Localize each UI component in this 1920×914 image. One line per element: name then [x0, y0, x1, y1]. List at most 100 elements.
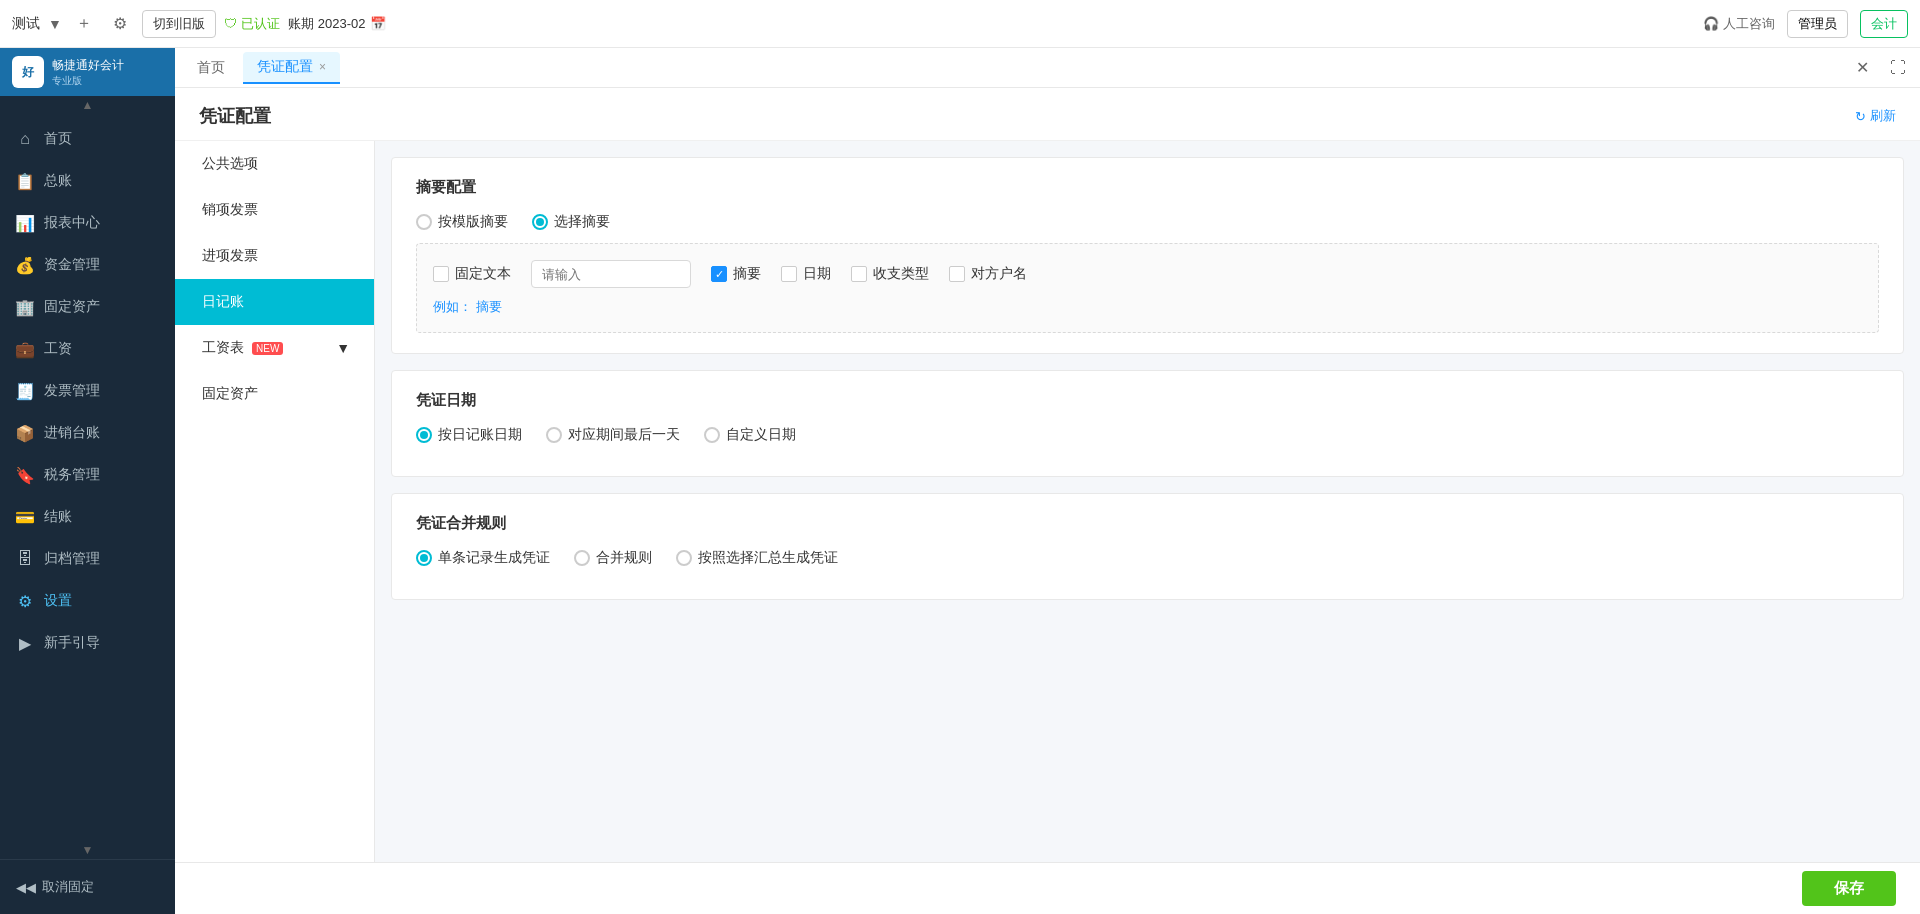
radio-merge-rule[interactable]: 合并规则 — [574, 549, 652, 567]
checkbox-cashflow-box — [851, 266, 867, 282]
checkbox-date[interactable]: 日期 — [781, 265, 831, 283]
radio-single[interactable]: 单条记录生成凭证 — [416, 549, 550, 567]
checkbox-cashflow[interactable]: 收支类型 — [851, 265, 929, 283]
sidebar-item-home[interactable]: ⌂ 首页 — [0, 118, 175, 160]
refresh-button[interactable]: ↻ 刷新 — [1855, 107, 1896, 125]
left-nav-purchase-invoice[interactable]: 进项发票 — [175, 233, 374, 279]
checkbox-date-label: 日期 — [803, 265, 831, 283]
radio-select-circle — [532, 214, 548, 230]
logo-icon: 好 — [12, 56, 44, 88]
sidebar-item-home-label: 首页 — [44, 130, 72, 148]
refresh-label: 刷新 — [1870, 107, 1896, 125]
new-badge: NEW — [252, 342, 283, 355]
sidebar-item-assets[interactable]: 🏢 固定资产 — [0, 286, 175, 328]
sidebar-item-tax[interactable]: 🔖 税务管理 — [0, 454, 175, 496]
user-button[interactable]: 管理员 — [1787, 10, 1848, 38]
radio-summary-gen[interactable]: 按照选择汇总生成凭证 — [676, 549, 838, 567]
dropdown-icon[interactable]: ▼ — [48, 16, 62, 32]
summary-section-title: 摘要配置 — [416, 178, 1879, 197]
sidebar-item-funds[interactable]: 💰 资金管理 — [0, 244, 175, 286]
radio-summary-gen-circle — [676, 550, 692, 566]
radio-select-label: 选择摘要 — [554, 213, 610, 231]
checkbox-summary[interactable]: ✓ 摘要 — [711, 265, 761, 283]
sidebar-item-invoice-label: 发票管理 — [44, 382, 100, 400]
sidebar-item-assets-label: 固定资产 — [44, 298, 100, 316]
radio-journal-date[interactable]: 按日记账日期 — [416, 426, 522, 444]
sidebar-item-archive[interactable]: 🗄 归档管理 — [0, 538, 175, 580]
sidebar-item-report[interactable]: 📊 报表中心 — [0, 202, 175, 244]
sidebar-nav: ⌂ 首页 📋 总账 📊 报表中心 💰 资金管理 🏢 固定资产 — [0, 114, 175, 841]
radio-merge-rule-circle — [574, 550, 590, 566]
radio-journal-date-circle — [416, 427, 432, 443]
left-nav-public-label: 公共选项 — [202, 155, 258, 171]
guide-icon: ▶ — [16, 634, 34, 652]
merge-radio-group: 单条记录生成凭证 合并规则 按照选择汇总生成凭证 — [416, 549, 1879, 567]
switch-old-version-button[interactable]: 切到旧版 — [142, 10, 216, 38]
sidebar-item-invoice[interactable]: 🧾 发票管理 — [0, 370, 175, 412]
tab-close-icon[interactable]: × — [319, 60, 326, 74]
radio-template[interactable]: 按模版摘要 — [416, 213, 508, 231]
consult-label: 人工咨询 — [1723, 15, 1775, 33]
left-nav-public[interactable]: 公共选项 — [175, 141, 374, 187]
sidebar-scroll-up[interactable]: ▲ — [0, 96, 175, 114]
home-icon: ⌂ — [16, 130, 34, 148]
checkbox-counterpart-label: 对方户名 — [971, 265, 1027, 283]
certified-text: 已认证 — [241, 15, 280, 33]
sidebar-item-ledger[interactable]: 📋 总账 — [0, 160, 175, 202]
tab-expand-button[interactable]: ⛶ — [1884, 54, 1912, 82]
accountant-button[interactable]: 会计 — [1860, 10, 1908, 38]
radio-template-circle — [416, 214, 432, 230]
sidebar-item-salary[interactable]: 💼 工资 — [0, 328, 175, 370]
checkbox-fixed-text[interactable]: 固定文本 — [433, 265, 511, 283]
consult-button[interactable]: 🎧 人工咨询 — [1703, 15, 1775, 33]
left-nav-journal[interactable]: 日记账 — [175, 279, 374, 325]
assets-icon: 🏢 — [16, 298, 34, 316]
radio-template-label: 按模版摘要 — [438, 213, 508, 231]
radio-merge-rule-label: 合并规则 — [596, 549, 652, 567]
tab-voucher-config[interactable]: 凭证配置 × — [243, 52, 340, 84]
settings-nav-icon: ⚙ — [16, 592, 34, 610]
add-button[interactable]: ＋ — [70, 10, 98, 38]
sidebar-item-settings[interactable]: ⚙ 设置 — [0, 580, 175, 622]
logo-main-text: 畅捷通好会计 — [52, 57, 124, 74]
sidebar-item-guide[interactable]: ▶ 新手引导 — [0, 622, 175, 664]
top-header: 测试 ▼ ＋ ⚙ 切到旧版 🛡 已认证 账期 2023-02 📅 🎧 人工咨询 … — [0, 0, 1920, 48]
sidebar-item-purchase-label: 进销台账 — [44, 424, 100, 442]
save-button[interactable]: 保存 — [1802, 871, 1896, 906]
checkbox-counterpart-box — [949, 266, 965, 282]
sidebar-item-settle[interactable]: 💳 结账 — [0, 496, 175, 538]
cancel-fixed-button[interactable]: ◀◀ 取消固定 — [0, 868, 175, 906]
funds-icon: 💰 — [16, 256, 34, 274]
radio-select[interactable]: 选择摘要 — [532, 213, 610, 231]
left-nav-fixed-assets[interactable]: 固定资产 — [175, 371, 374, 417]
left-nav-payroll[interactable]: 工资表 NEW ▼ — [175, 325, 374, 371]
sidebar-item-settings-label: 设置 — [44, 592, 72, 610]
logo-sub-text: 专业版 — [52, 74, 124, 88]
radio-journal-date-label: 按日记账日期 — [438, 426, 522, 444]
tab-voucher-config-label: 凭证配置 — [257, 58, 313, 76]
tab-home[interactable]: 首页 — [183, 52, 239, 84]
ledger-icon: 📋 — [16, 172, 34, 190]
checkbox-date-box — [781, 266, 797, 282]
checkbox-counterpart[interactable]: 对方户名 — [949, 265, 1027, 283]
radio-period-last[interactable]: 对应期间最后一天 — [546, 426, 680, 444]
left-nav-sales[interactable]: 销项发票 — [175, 187, 374, 233]
sidebar-item-tax-label: 税务管理 — [44, 466, 100, 484]
fixed-text-input[interactable] — [531, 260, 691, 288]
tab-close-button[interactable]: ✕ — [1848, 54, 1876, 82]
checkbox-cashflow-label: 收支类型 — [873, 265, 929, 283]
checkbox-fixed-text-box — [433, 266, 449, 282]
left-nav: 公共选项 销项发票 进项发票 日记账 工资表 NEW ▼ — [175, 141, 375, 862]
sidebar-item-purchase[interactable]: 📦 进销台账 — [0, 412, 175, 454]
radio-custom-date[interactable]: 自定义日期 — [704, 426, 796, 444]
sidebar-item-settle-label: 结账 — [44, 508, 72, 526]
settings-icon[interactable]: ⚙ — [106, 10, 134, 38]
settle-icon: 💳 — [16, 508, 34, 526]
left-nav-journal-label: 日记账 — [202, 293, 244, 309]
project-name[interactable]: 测试 — [12, 15, 40, 33]
page-title: 凭证配置 — [199, 104, 271, 128]
sidebar-scroll-down[interactable]: ▼ — [0, 841, 175, 859]
bottom-bar: 保存 — [175, 862, 1920, 914]
logo-text: 畅捷通好会计 专业版 — [52, 57, 124, 88]
calendar-icon[interactable]: 📅 — [370, 16, 386, 31]
